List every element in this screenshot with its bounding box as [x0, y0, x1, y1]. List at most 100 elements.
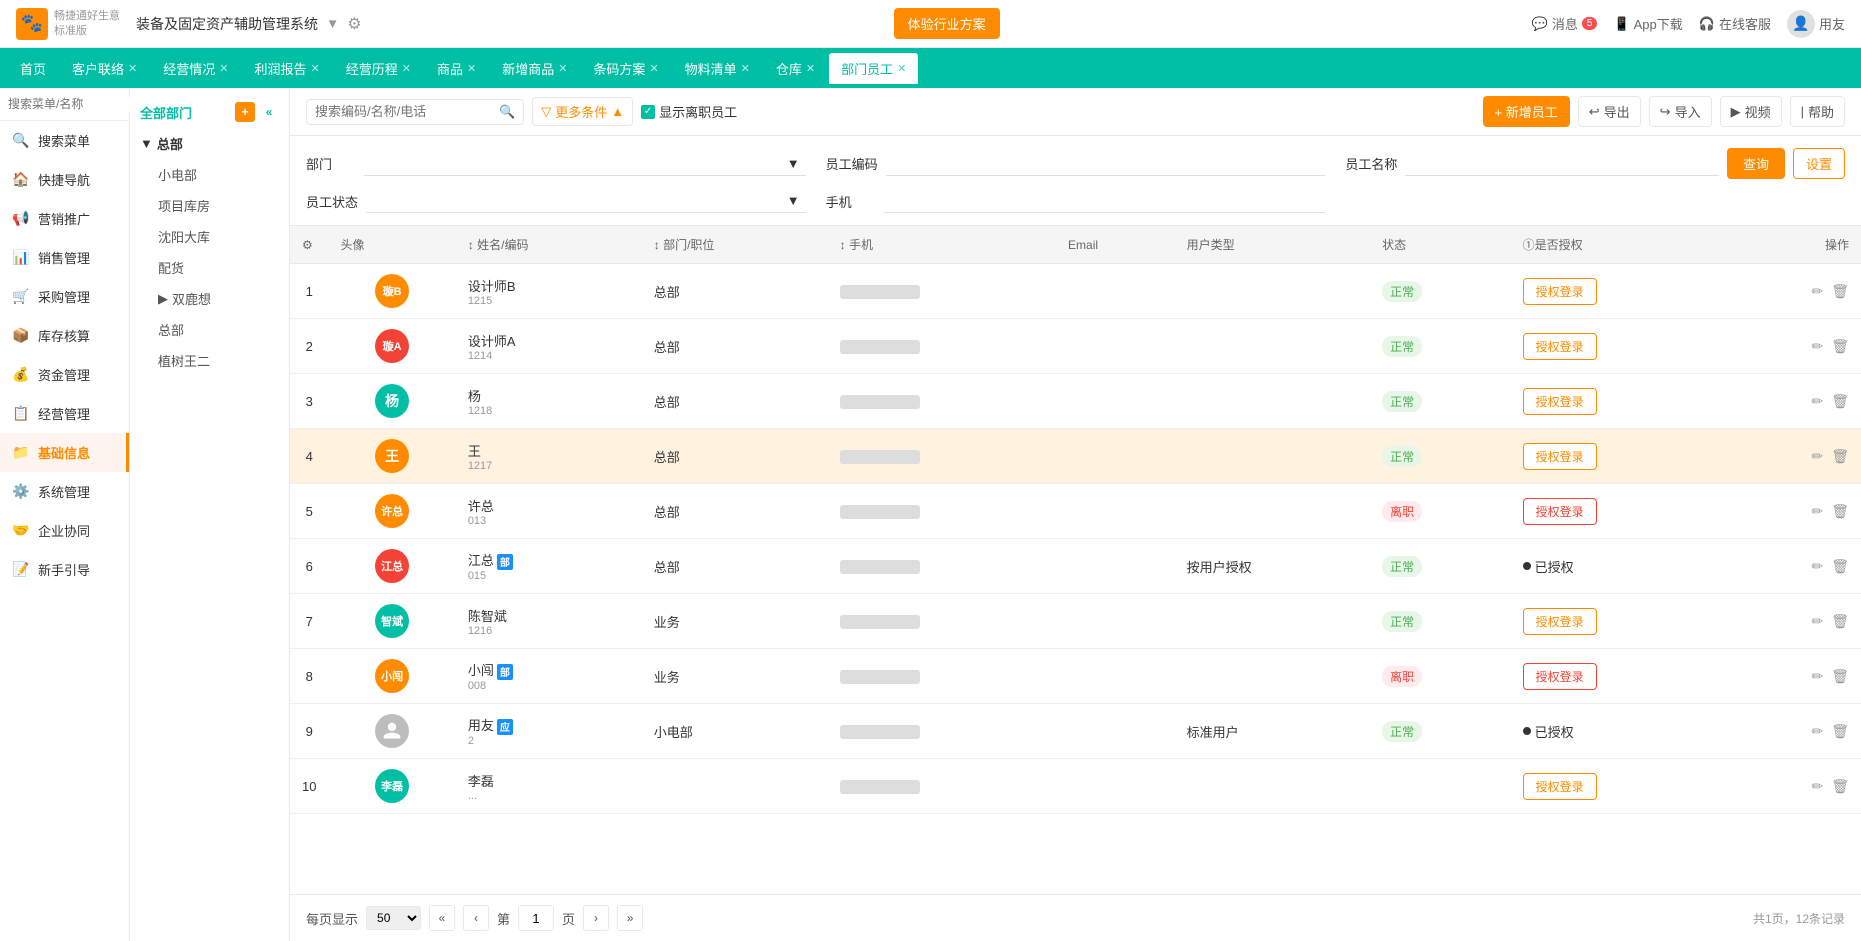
tab-goods[interactable]: 商品✕: [425, 53, 488, 84]
search-input[interactable]: [315, 104, 495, 119]
dept-collapse-icon[interactable]: «: [259, 102, 279, 122]
authorize-btn[interactable]: 授权登录: [1523, 278, 1597, 305]
tab-dept-staff[interactable]: 部门员工✕: [829, 53, 918, 84]
edit-icon[interactable]: ✏: [1811, 448, 1823, 465]
search-btn[interactable]: 查询: [1727, 148, 1785, 179]
sidebar-item-sysmanage[interactable]: ⚙️ 系统管理: [0, 472, 129, 511]
tab-operation[interactable]: 经营情况✕: [151, 53, 240, 84]
msg-btn[interactable]: 💬 消息 5: [1532, 14, 1598, 33]
authorize-btn[interactable]: 授权登录: [1523, 773, 1597, 800]
view-btn[interactable]: ▶ 视频: [1720, 96, 1782, 127]
sidebar-item-quicknav[interactable]: 🏠 快捷导航: [0, 160, 129, 199]
delete-icon[interactable]: 🗑: [1831, 723, 1849, 740]
edit-icon[interactable]: ✏: [1811, 558, 1823, 575]
sidebar-item-purchase[interactable]: 🛒 采购管理: [0, 277, 129, 316]
dept-item-xiaodiandept[interactable]: 小电部: [130, 159, 289, 190]
sidebar-item-baseinfo[interactable]: 📁 基础信息: [0, 433, 129, 472]
page-input[interactable]: [518, 905, 554, 931]
authorize-btn[interactable]: 授权登录: [1523, 333, 1597, 360]
dept-add-icon[interactable]: +: [235, 102, 255, 122]
sidebar-item-guide[interactable]: 📝 新手引导: [0, 550, 129, 589]
table-row: 4王王1217总部正常授权登录✏🗑: [290, 429, 1861, 484]
settings-btn[interactable]: ⚙: [347, 14, 361, 34]
employee-code-input[interactable]: [886, 152, 1326, 176]
delete-icon[interactable]: 🗑: [1831, 668, 1849, 685]
sidebar-item-sales[interactable]: 📊 销售管理: [0, 238, 129, 277]
edit-icon[interactable]: ✏: [1811, 283, 1823, 300]
last-page-btn[interactable]: »: [617, 905, 643, 931]
edit-icon[interactable]: ✏: [1811, 778, 1823, 795]
edit-icon[interactable]: ✏: [1811, 503, 1823, 520]
purchase-icon: 🛒: [12, 288, 30, 306]
set-btn[interactable]: 设置: [1793, 148, 1845, 179]
row-status: 正常: [1370, 539, 1511, 594]
delete-icon[interactable]: 🗑: [1831, 503, 1849, 520]
edit-icon[interactable]: ✏: [1811, 668, 1823, 685]
next-page-btn[interactable]: ›: [583, 905, 609, 931]
dept-select[interactable]: ▼: [364, 152, 806, 176]
app-download-btn[interactable]: 📱 App下载: [1613, 14, 1682, 33]
delete-icon[interactable]: 🗑: [1831, 448, 1849, 465]
authorize-btn[interactable]: 授权登录: [1523, 443, 1597, 470]
phone-input[interactable]: [884, 189, 1326, 213]
tab-barcode[interactable]: 条码方案✕: [581, 53, 670, 84]
status-select[interactable]: ▼: [366, 189, 806, 213]
row-auth: 授权登录: [1511, 374, 1726, 429]
col-settings[interactable]: ⚙: [290, 226, 328, 264]
import-btn[interactable]: ↪ 导入: [1649, 96, 1712, 127]
col-phone[interactable]: ↕ 手机: [828, 226, 1056, 264]
tab-profit[interactable]: 利润报告✕: [242, 53, 331, 84]
tab-add-goods[interactable]: 新增商品✕: [490, 53, 579, 84]
delete-icon[interactable]: 🗑: [1831, 558, 1849, 575]
prev-page-btn[interactable]: ‹: [463, 905, 489, 931]
sidebar-item-search[interactable]: 🔍 搜索菜单: [0, 121, 129, 160]
delete-icon[interactable]: 🗑: [1831, 283, 1849, 300]
row-op: ✏🗑: [1726, 484, 1861, 539]
show-resigned-toggle[interactable]: ✓ 显示离职员工: [641, 102, 737, 121]
edit-icon[interactable]: ✏: [1811, 338, 1823, 355]
guide-icon: 📝: [12, 561, 30, 579]
sidebar-item-collab[interactable]: 🤝 企业协同: [0, 511, 129, 550]
row-dept: 业务: [642, 594, 828, 649]
trial-btn[interactable]: 体验行业方案: [894, 8, 1000, 39]
edit-icon[interactable]: ✏: [1811, 613, 1823, 630]
authorize-btn[interactable]: 授权登录: [1523, 663, 1597, 690]
dept-item-project[interactable]: 项目库房: [130, 190, 289, 221]
tab-journey[interactable]: 经营历程✕: [334, 53, 423, 84]
dept-item-shuangluxiang[interactable]: ▶ 双鹿想: [130, 283, 289, 314]
first-page-btn[interactable]: «: [429, 905, 455, 931]
delete-icon[interactable]: 🗑: [1831, 338, 1849, 355]
dept-item-zhishu[interactable]: 植树王二: [130, 345, 289, 376]
add-employee-btn[interactable]: + 新增员工: [1483, 96, 1570, 127]
edit-icon[interactable]: ✏: [1811, 723, 1823, 740]
delete-icon[interactable]: 🗑: [1831, 393, 1849, 410]
tab-customer[interactable]: 客户联络✕: [60, 53, 149, 84]
delete-icon[interactable]: 🗑: [1831, 778, 1849, 795]
sidebar-item-bizmanage[interactable]: 📋 经营管理: [0, 394, 129, 433]
authorize-btn[interactable]: 授权登录: [1523, 498, 1597, 525]
col-name[interactable]: ↕ 姓名/编码: [456, 226, 642, 264]
authorize-btn[interactable]: 授权登录: [1523, 388, 1597, 415]
sidebar-item-marketing[interactable]: 📢 营销推广: [0, 199, 129, 238]
col-dept[interactable]: ↕ 部门/职位: [642, 226, 828, 264]
help-btn[interactable]: | 帮助: [1790, 96, 1845, 127]
tab-home[interactable]: 首页: [8, 53, 58, 84]
dropdown-arrow[interactable]: ▼: [326, 16, 339, 31]
dept-item-shenyang[interactable]: 沈阳大库: [130, 221, 289, 252]
export-btn[interactable]: ↩ 导出: [1578, 96, 1641, 127]
more-filter-btn[interactable]: ▽ 更多条件 ▲: [532, 97, 633, 126]
authorize-btn[interactable]: 授权登录: [1523, 608, 1597, 635]
tab-bom[interactable]: 物料清单✕: [673, 53, 762, 84]
sidebar-item-inventory[interactable]: 📦 库存核算: [0, 316, 129, 355]
employee-name-input[interactable]: [1405, 152, 1719, 176]
delete-icon[interactable]: 🗑: [1831, 613, 1849, 630]
user-btn[interactable]: 👤 用友: [1787, 10, 1845, 38]
sidebar-item-finance[interactable]: 💰 资金管理: [0, 355, 129, 394]
dept-item-zongbu[interactable]: 总部: [130, 314, 289, 345]
online-service-btn[interactable]: 🎧 在线客服: [1699, 14, 1771, 33]
tab-warehouse[interactable]: 仓库✕: [764, 53, 827, 84]
per-page-select[interactable]: 50 20 100: [366, 906, 421, 930]
dept-item-distribution[interactable]: 配货: [130, 252, 289, 283]
edit-icon[interactable]: ✏: [1811, 393, 1823, 410]
dept-item-hq[interactable]: ▼ 总部: [130, 128, 289, 159]
